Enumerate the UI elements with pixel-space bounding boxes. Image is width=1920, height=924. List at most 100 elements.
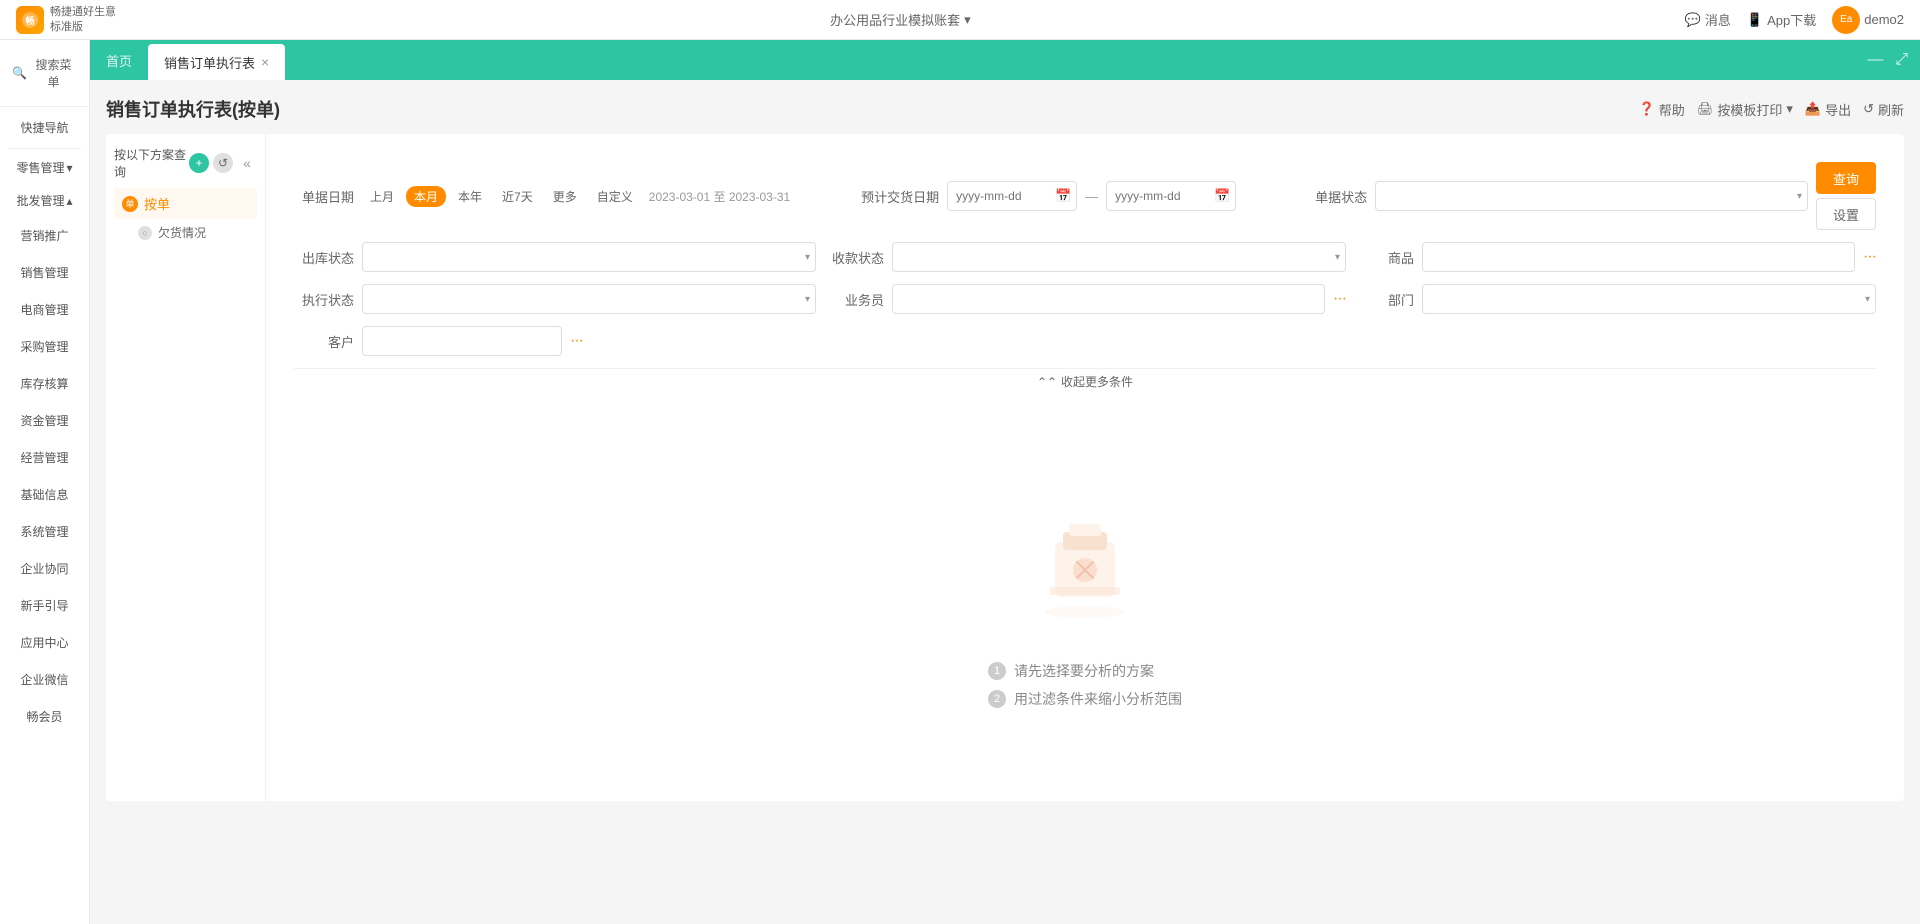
date-tab-this-year[interactable]: 本年 xyxy=(450,186,490,207)
sub-item-shortage[interactable]: ○ 欠货情况 xyxy=(114,219,257,246)
logo-area: 畅 畅捷通好生意 标准版 xyxy=(16,5,116,34)
filter-row-date: 单据日期 上月 本月 本年 近7天 更多 自定义 2023-03-01 至 20… xyxy=(294,162,1876,230)
add-scheme-button[interactable]: + xyxy=(189,153,209,173)
date-from-input[interactable] xyxy=(947,181,1077,211)
sidebar-item-wechat[interactable]: 企业微信 xyxy=(0,661,89,698)
tab-minimize-button[interactable]: — xyxy=(1863,47,1887,73)
dept-wrapper: ▾ xyxy=(1422,284,1876,314)
date-tab-custom[interactable]: 自定义 xyxy=(589,186,641,207)
search-menu-button[interactable]: 🔍 搜索菜单 xyxy=(8,50,81,96)
exec-status-label: 执行状态 xyxy=(294,290,354,309)
receive-status-select[interactable] xyxy=(892,242,1346,272)
tab-actions: — ⤢ xyxy=(1863,40,1920,80)
out-status-label: 出库状态 xyxy=(294,248,354,267)
chevron-down-icon: ▾ xyxy=(66,161,72,175)
date-to-input[interactable] xyxy=(1106,181,1236,211)
scheme-icon: 单 xyxy=(122,196,138,212)
app-download-button[interactable]: 📱 App下载 xyxy=(1747,10,1816,29)
topbar-left: 畅 畅捷通好生意 标准版 xyxy=(16,5,116,34)
customer-input[interactable] xyxy=(362,326,562,356)
print-button[interactable]: 🖨 按模板打印 ▾ xyxy=(1697,100,1793,119)
left-panel: 按以下方案查询 + ↺ « 单 按单 ○ xyxy=(106,134,266,801)
goods-more-icon[interactable]: ··· xyxy=(1863,248,1876,266)
sidebar-item-marketing[interactable]: 营销推广 xyxy=(0,217,89,254)
logo-icon: 畅 xyxy=(16,6,44,34)
content-area: 首页 销售订单执行表 × — ⤢ 销售订单执行表(按单) ❓ 帮助 xyxy=(90,40,1920,924)
left-panel-header: 按以下方案查询 + ↺ « xyxy=(114,146,257,180)
date-tab-7days[interactable]: 近7天 xyxy=(494,186,541,207)
export-icon: 📤 xyxy=(1805,101,1821,117)
step-num-2: 2 xyxy=(988,690,1006,708)
empty-state: 1 请先选择要分析的方案 2 用过滤条件来缩小分析范围 xyxy=(278,422,1892,789)
sidebar-search-area: 🔍 搜索菜单 xyxy=(0,40,89,107)
goods-input[interactable] xyxy=(1422,242,1855,272)
tab-sales-exec[interactable]: 销售订单执行表 × xyxy=(148,44,285,80)
filter-row-exec: 执行状态 ▾ 业务员 ··· xyxy=(294,284,1876,314)
sidebar-item-inventory[interactable]: 库存核算 xyxy=(0,365,89,402)
dept-label: 部门 xyxy=(1354,290,1414,309)
customer-more-icon[interactable]: ··· xyxy=(570,332,583,350)
sidebar-item-newbie[interactable]: 新手引导 xyxy=(0,587,89,624)
refresh-scheme-button[interactable]: ↺ xyxy=(213,153,233,173)
date-tab-this-month[interactable]: 本月 xyxy=(406,186,446,207)
settings-button[interactable]: 设置 xyxy=(1816,198,1876,230)
scheme-item-by-order[interactable]: 单 按单 xyxy=(114,188,257,219)
out-status-wrapper: ▾ xyxy=(362,242,816,272)
sidebar-item-enterprise[interactable]: 企业协同 xyxy=(0,550,89,587)
out-status-select[interactable] xyxy=(362,242,816,272)
receive-status-wrapper: ▾ xyxy=(892,242,1346,272)
collapse-panel-button[interactable]: « xyxy=(237,153,257,173)
empty-step-2: 2 用过滤条件来缩小分析范围 xyxy=(988,689,1182,709)
sidebar-item-finance[interactable]: 资金管理 xyxy=(0,402,89,439)
sidebar-item-wholesale[interactable]: 批发管理 ▴ xyxy=(0,184,89,217)
tab-maximize-button[interactable]: ⤢ xyxy=(1891,47,1912,73)
query-button[interactable]: 查询 xyxy=(1816,162,1876,194)
message-button[interactable]: 💬 消息 xyxy=(1685,10,1731,29)
empty-steps: 1 请先选择要分析的方案 2 用过滤条件来缩小分析范围 xyxy=(988,661,1182,709)
user-menu[interactable]: Ea demo2 xyxy=(1832,6,1904,34)
page-selector[interactable]: 办公用品行业模拟账套 ▾ xyxy=(830,10,971,29)
date-tab-last-month[interactable]: 上月 xyxy=(362,186,402,207)
sidebar-item-ecommerce[interactable]: 电商管理 xyxy=(0,291,89,328)
sidebar: 🔍 搜索菜单 快捷导航 零售管理 ▾ 批发管理 ▴ 营销推广 销售管理 xyxy=(0,40,90,924)
sidebar-item-sales[interactable]: 销售管理 xyxy=(0,254,89,291)
step-num-1: 1 xyxy=(988,662,1006,680)
chevron-up-icon: ▴ xyxy=(66,194,72,208)
filter-row-status: 出库状态 ▾ 收款状态 ▾ xyxy=(294,242,1876,272)
sidebar-item-system[interactable]: 系统管理 xyxy=(0,513,89,550)
date-separator: — xyxy=(1085,189,1098,204)
sidebar-item-vip[interactable]: 畅会员 xyxy=(0,698,89,735)
salesperson-more-icon[interactable]: ··· xyxy=(1333,290,1346,308)
page-header: 销售订单执行表(按单) ❓ 帮助 🖨 按模板打印 ▾ 📤 导出 xyxy=(106,96,1904,122)
help-button[interactable]: ❓ 帮助 xyxy=(1639,100,1685,119)
sidebar-item-retail[interactable]: 零售管理 ▾ xyxy=(0,151,89,184)
empty-step-1: 1 请先选择要分析的方案 xyxy=(988,661,1182,681)
topbar-right: 💬 消息 📱 App下载 Ea demo2 xyxy=(1685,6,1904,34)
exec-status-select[interactable] xyxy=(362,284,816,314)
export-button[interactable]: 📤 导出 xyxy=(1805,100,1851,119)
sidebar-item-appcenter[interactable]: 应用中心 xyxy=(0,624,89,661)
doc-status-wrapper: ▾ xyxy=(1375,181,1808,211)
dept-select[interactable] xyxy=(1422,284,1876,314)
sidebar-item-basics[interactable]: 基础信息 xyxy=(0,476,89,513)
sidebar-item-quick-nav[interactable]: 快捷导航 xyxy=(0,109,89,146)
doc-status-select[interactable] xyxy=(1375,181,1808,211)
date-tab-more[interactable]: 更多 xyxy=(545,186,585,207)
tabs-bar: 首页 销售订单执行表 × — ⤢ xyxy=(90,40,1920,80)
tab-close-icon[interactable]: × xyxy=(261,55,269,69)
filter-panel: 单据日期 上月 本月 本年 近7天 更多 自定义 2023-03-01 至 20… xyxy=(278,146,1892,410)
sidebar-item-purchase[interactable]: 采购管理 xyxy=(0,328,89,365)
customer-label: 客户 xyxy=(294,332,354,351)
empty-illustration xyxy=(1025,502,1145,641)
collapse-row: ⌃⌃ 收起更多条件 xyxy=(294,368,1876,394)
collapse-button[interactable]: ⌃⌃ 收起更多条件 xyxy=(1037,373,1133,390)
page-header-actions: ❓ 帮助 🖨 按模板打印 ▾ 📤 导出 ↺ 刷新 xyxy=(1639,100,1904,119)
sidebar-item-operations[interactable]: 经营管理 xyxy=(0,439,89,476)
tab-home[interactable]: 首页 xyxy=(90,40,148,80)
app-icon: 📱 xyxy=(1747,12,1763,28)
right-content: 单据日期 上月 本月 本年 近7天 更多 自定义 2023-03-01 至 20… xyxy=(266,134,1904,801)
salesperson-input[interactable] xyxy=(892,284,1325,314)
sidebar-divider xyxy=(8,148,81,149)
doc-status-label: 单据状态 xyxy=(1307,187,1367,206)
refresh-button[interactable]: ↺ 刷新 xyxy=(1863,100,1904,119)
